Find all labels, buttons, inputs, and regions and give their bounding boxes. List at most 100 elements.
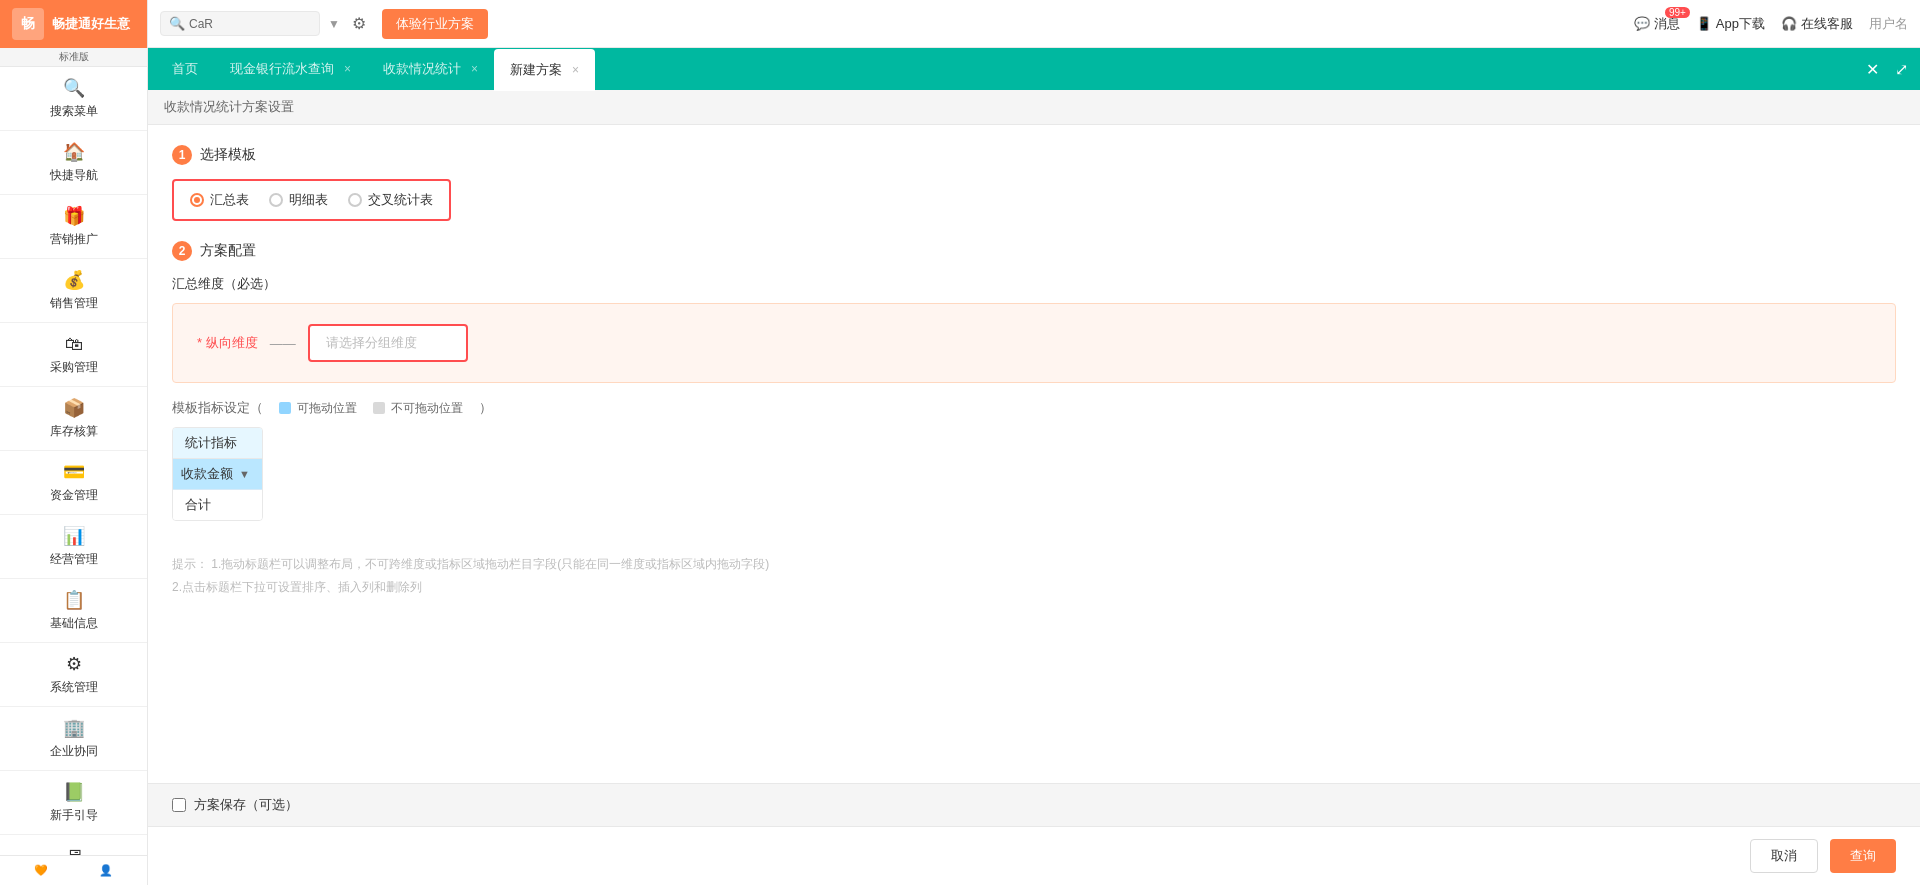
step1-section: 1 选择模板 汇总表 明细表 交叉统计表: [172, 145, 1896, 221]
step1-num: 1: [172, 145, 192, 165]
tab-close-all-icon[interactable]: ✕: [1862, 56, 1883, 83]
search-input[interactable]: [189, 17, 309, 31]
app-download-button[interactable]: 📱 App下载: [1696, 15, 1765, 33]
step2-title: 方案配置: [200, 242, 256, 260]
corp-icon: 🏢: [63, 717, 85, 739]
sidebar-item-search[interactable]: 🔍 搜索菜单: [0, 67, 147, 131]
gear-icon[interactable]: ⚙: [348, 10, 370, 37]
tab-home-label: 首页: [172, 60, 198, 78]
user-display: 用户名: [1869, 15, 1908, 33]
sidebar-item-newbie[interactable]: 📗 新手引导: [0, 771, 147, 835]
tab-bank-label: 现金银行流水查询: [230, 60, 334, 78]
radio-cross-label: 交叉统计表: [368, 191, 433, 209]
finance-label: 资金管理: [50, 487, 98, 504]
step2-section: 2 方案配置 汇总维度（必选） * 纵向维度 —— 请选择分组维度: [172, 241, 1896, 614]
logo-icon: 畅: [12, 8, 44, 40]
sidebar-item-system[interactable]: ⚙ 系统管理: [0, 643, 147, 707]
sidebar-footer-btn-2[interactable]: 👤: [99, 864, 113, 877]
basic-icon: 📋: [63, 589, 85, 611]
sidebar: 畅 畅捷通好生意 标准版 🔍 搜索菜单 🏠 快捷导航 🎁 营销推广 💰 销售管理…: [0, 0, 148, 885]
metrics-setting-label: 模板指标设定（: [172, 399, 263, 417]
tips-section: 提示： 1.拖动标题栏可以调整布局，不可跨维度或指标区域拖动栏目字段(只能在同一…: [172, 544, 1896, 614]
tab-new-close[interactable]: ×: [572, 63, 579, 77]
message-icon: 💬: [1634, 16, 1650, 31]
search-icon: 🔍: [169, 16, 185, 31]
sidebar-item-sales[interactable]: 💰 销售管理: [0, 259, 147, 323]
metrics-section: 模板指标设定（ 可拖动位置 不可拖动位置 ） 统计指标: [172, 399, 1896, 524]
operations-icon: 📊: [63, 525, 85, 547]
tabbar: 首页 现金银行流水查询 × 收款情况统计 × 新建方案 × ✕ ⤢: [148, 48, 1920, 90]
sidebar-item-hardware[interactable]: 🖥 智能硬件: [0, 835, 147, 855]
summary-dim-block: 汇总维度（必选） * 纵向维度 —— 请选择分组维度: [172, 275, 1896, 383]
tab-new[interactable]: 新建方案 ×: [494, 49, 595, 91]
inventory-icon: 📦: [63, 397, 85, 419]
radio-summary-label: 汇总表: [210, 191, 249, 209]
metrics-item-revenue[interactable]: 收款金额 ▼: [173, 459, 262, 490]
online-service-button[interactable]: 🎧 在线客服: [1781, 15, 1853, 33]
corp-label: 企业协同: [50, 743, 98, 760]
dim-arrow-icon: ——: [270, 336, 296, 351]
metrics-sub-item: 合计: [173, 490, 262, 520]
save-label: 方案保存（可选）: [194, 796, 298, 814]
message-button[interactable]: 💬 消息 99+: [1634, 15, 1680, 33]
radio-summary[interactable]: 汇总表: [190, 191, 249, 209]
finance-icon: 💳: [63, 461, 85, 483]
sidebar-footer-btn-1[interactable]: 🧡: [34, 864, 48, 877]
newbie-icon: 📗: [63, 781, 85, 803]
template-select-box: 汇总表 明细表 交叉统计表: [172, 179, 451, 221]
tab-receipt-close[interactable]: ×: [471, 62, 478, 76]
tab-home[interactable]: 首页: [156, 48, 214, 90]
sidebar-badge: 标准版: [0, 48, 147, 67]
sales-label: 销售管理: [50, 295, 98, 312]
cancel-button[interactable]: 取消: [1750, 839, 1818, 873]
sidebar-item-inventory[interactable]: 📦 库存核算: [0, 387, 147, 451]
system-label: 系统管理: [50, 679, 98, 696]
sidebar-item-marketing[interactable]: 🎁 营销推广: [0, 195, 147, 259]
message-badge: 99+: [1665, 7, 1690, 18]
form-area: 1 选择模板 汇总表 明细表 交叉统计表: [148, 125, 1920, 783]
tab-new-label: 新建方案: [510, 61, 562, 79]
sidebar-item-basic[interactable]: 📋 基础信息: [0, 579, 147, 643]
metrics-chevron-icon[interactable]: ▼: [239, 468, 250, 480]
tab-receipt[interactable]: 收款情况统计 ×: [367, 48, 494, 90]
tab-expand-icon[interactable]: ⤢: [1891, 56, 1912, 83]
radio-cross[interactable]: 交叉统计表: [348, 191, 433, 209]
content-area: 收款情况统计方案设置 1 选择模板 汇总表 明细表: [148, 90, 1920, 826]
sidebar-item-operations[interactable]: 📊 经营管理: [0, 515, 147, 579]
sidebar-item-quicknav[interactable]: 🏠 快捷导航: [0, 131, 147, 195]
logo-text-block: 畅捷通好生意: [52, 16, 130, 32]
search-chevron-icon[interactable]: ▼: [328, 17, 340, 31]
step2-num: 2: [172, 241, 192, 261]
fixed-tag: 不可拖动位置: [373, 400, 463, 417]
basic-label: 基础信息: [50, 615, 98, 632]
hardware-icon: 🖥: [65, 846, 83, 856]
sidebar-footer: 🧡 👤: [0, 855, 147, 885]
search-icon: 🔍: [63, 77, 85, 99]
industry-button[interactable]: 体验行业方案: [382, 9, 488, 39]
sales-icon: 💰: [63, 269, 85, 291]
sidebar-item-corp[interactable]: 🏢 企业协同: [0, 707, 147, 771]
tab-bank-close[interactable]: ×: [344, 62, 351, 76]
topbar-search-box[interactable]: 🔍: [160, 11, 320, 36]
radio-detail-label: 明细表: [289, 191, 328, 209]
movable-tag: 可拖动位置: [279, 400, 357, 417]
metrics-header: 模板指标设定（ 可拖动位置 不可拖动位置 ）: [172, 399, 1896, 417]
save-checkbox[interactable]: [172, 798, 186, 812]
dim-select-box[interactable]: 请选择分组维度: [308, 324, 468, 362]
step1-header: 1 选择模板: [172, 145, 1896, 165]
sidebar-item-finance[interactable]: 💳 资金管理: [0, 451, 147, 515]
radio-detail[interactable]: 明细表: [269, 191, 328, 209]
marketing-icon: 🎁: [63, 205, 85, 227]
app-icon: 📱: [1696, 16, 1712, 31]
tab-bank[interactable]: 现金银行流水查询 ×: [214, 48, 367, 90]
radio-detail-circle: [269, 193, 283, 207]
movable-label: 可拖动位置: [297, 400, 357, 417]
inventory-label: 库存核算: [50, 423, 98, 440]
operations-label: 经营管理: [50, 551, 98, 568]
query-button[interactable]: 查询: [1830, 839, 1896, 873]
logo-name: 畅捷通好生意: [52, 16, 130, 32]
dimension-area: * 纵向维度 —— 请选择分组维度: [172, 303, 1896, 383]
sidebar-item-purchase[interactable]: 🛍 采购管理: [0, 323, 147, 387]
bottom-bar: 取消 查询: [148, 826, 1920, 885]
metrics-close-paren: ）: [479, 399, 492, 417]
